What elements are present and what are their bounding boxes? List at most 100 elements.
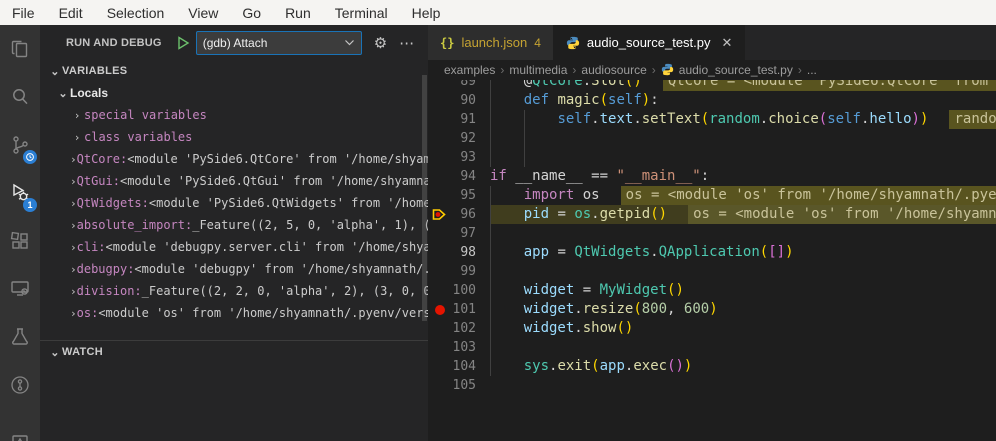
line-number[interactable]: 100 [453, 281, 476, 300]
code-text[interactable] [490, 129, 996, 148]
more-actions-icon[interactable]: ⋯ [399, 34, 415, 52]
code-text[interactable] [490, 338, 996, 357]
breadcrumb-item[interactable]: ... [807, 63, 817, 77]
editor-gutter[interactable]: 101 [428, 300, 490, 319]
activity-testing[interactable] [0, 313, 40, 361]
breadcrumb-item[interactable]: examples [444, 63, 495, 77]
line-number[interactable]: 94 [460, 167, 476, 186]
close-icon[interactable]: ✕ [722, 35, 733, 51]
activity-extensions[interactable] [0, 217, 40, 265]
tab-audio-source-test[interactable]: audio_source_test.py ✕ [553, 25, 746, 60]
menu-item-go[interactable]: Go [230, 0, 273, 25]
code-text[interactable]: if __name__ == "__main__": [490, 167, 996, 186]
editor-gutter[interactable]: 103 [428, 338, 490, 357]
tree-row[interactable]: › QtGui: <module 'PySide6.QtGui' from '/h… [40, 170, 428, 192]
line-number[interactable]: 92 [460, 129, 476, 148]
watch-pane-header[interactable]: ⌄ WATCH [40, 340, 428, 363]
line-number[interactable]: 102 [453, 319, 476, 338]
line-number[interactable]: 105 [453, 376, 476, 395]
code-text[interactable]: self.text.setText(random.choice(self.hel… [490, 110, 996, 129]
tree-row[interactable]: › cli: <module 'debugpy.server.cli' from … [40, 236, 428, 258]
tree-row[interactable]: ⌄ Locals [40, 82, 428, 104]
line-number[interactable]: 98 [460, 243, 476, 262]
line-number[interactable]: 95 [460, 186, 476, 205]
editor-gutter[interactable]: 102 [428, 319, 490, 338]
tree-row[interactable]: › QtWidgets: <module 'PySide6.QtWidgets' … [40, 192, 428, 214]
code-text[interactable]: widget.show() [490, 319, 996, 338]
line-number[interactable]: 103 [453, 338, 476, 357]
sidebar-scrollbar[interactable] [422, 75, 427, 321]
code-text[interactable] [490, 148, 996, 167]
code-line-103: 103 [428, 338, 996, 357]
breadcrumb-item[interactable]: multimedia [509, 63, 567, 77]
code-text[interactable]: def magic(self): [490, 91, 996, 110]
menu-item-run[interactable]: Run [273, 0, 323, 25]
code-text[interactable]: sys.exit(app.exec()) [490, 357, 996, 376]
tree-row[interactable]: › division: _Feature((2, 2, 0, 'alpha', 2… [40, 280, 428, 302]
editor-gutter[interactable]: 98 [428, 243, 490, 262]
breadcrumb-item[interactable]: audio_source_test.py [679, 63, 793, 77]
code-text[interactable] [490, 376, 996, 395]
variables-pane-header[interactable]: ⌄ VARIABLES [40, 60, 428, 82]
line-number[interactable]: 89 [460, 80, 476, 91]
menu-item-view[interactable]: View [176, 0, 230, 25]
tree-row[interactable]: › class variables [40, 126, 428, 148]
code-text[interactable] [490, 224, 996, 243]
line-number[interactable]: 101 [453, 300, 476, 319]
editor-gutter[interactable]: 105 [428, 376, 490, 395]
editor-gutter[interactable]: 104 [428, 357, 490, 376]
tree-row[interactable]: › absolute_import: _Feature((2, 5, 0, 'al… [40, 214, 428, 236]
code-text[interactable]: pid = os.getpid() os = <module 'os' from … [490, 205, 996, 224]
tab-launch-json[interactable]: {} launch.json 4 [428, 25, 554, 60]
line-number[interactable]: 99 [460, 262, 476, 281]
editor-gutter[interactable]: 91 [428, 110, 490, 129]
activity-run-debug[interactable]: 1 [0, 169, 40, 217]
start-debug-button[interactable] [176, 35, 190, 50]
editor-gutter[interactable]: 94 [428, 167, 490, 186]
search-icon [13, 89, 28, 105]
editor-gutter[interactable]: 93 [428, 148, 490, 167]
line-number[interactable]: 97 [460, 224, 476, 243]
editor-gutter[interactable]: 89 [428, 80, 490, 91]
editor-gutter[interactable]: 96 [428, 205, 490, 224]
tree-row[interactable]: › QtCore: <module 'PySide6.QtCore' from '… [40, 148, 428, 170]
code-editor[interactable]: 89 @QtCore.Slot() QtCore = <module 'PySid… [428, 80, 996, 441]
editor-gutter[interactable]: 95 [428, 186, 490, 205]
code-text[interactable]: widget.resize(800, 600) [490, 300, 996, 319]
editor-gutter[interactable]: 90 [428, 91, 490, 110]
menu-item-file[interactable]: File [0, 0, 47, 25]
editor-gutter[interactable]: 99 [428, 262, 490, 281]
breadcrumb: examples › multimedia › audiosource › audio_so… [428, 60, 996, 80]
tree-row[interactable]: › special variables [40, 104, 428, 126]
breakpoint-icon[interactable] [435, 304, 445, 315]
line-number[interactable]: 96 [460, 205, 476, 224]
line-number[interactable]: 91 [460, 110, 476, 129]
line-number[interactable]: 90 [460, 91, 476, 110]
code-text[interactable] [490, 262, 996, 281]
activity-gitlens[interactable] [0, 361, 40, 409]
breadcrumb-item[interactable]: audiosource [581, 63, 646, 77]
tree-row[interactable]: › os: <module 'os' from '/home/shyamnath/… [40, 302, 428, 324]
menu-item-help[interactable]: Help [400, 0, 453, 25]
activity-search[interactable] [0, 73, 40, 121]
menu-item-selection[interactable]: Selection [95, 0, 177, 25]
editor-gutter[interactable]: 92 [428, 129, 490, 148]
menu-item-terminal[interactable]: Terminal [323, 0, 400, 25]
editor-gutter[interactable]: 100 [428, 281, 490, 300]
editor-gutter[interactable]: 97 [428, 224, 490, 243]
activity-explorer[interactable] [0, 25, 40, 73]
code-text[interactable]: @QtCore.Slot() QtCore = <module 'PySide6.… [490, 80, 996, 91]
code-text[interactable]: app = QtWidgets.QApplication([]) [490, 243, 996, 262]
line-number[interactable]: 93 [460, 148, 476, 167]
code-text[interactable]: import os os = <module 'os' from '/home/s… [490, 186, 996, 205]
line-number[interactable]: 104 [453, 357, 476, 376]
code-text[interactable]: widget = MyWidget() [490, 281, 996, 300]
tree-row[interactable]: › debugpy: <module 'debugpy' from '/home/… [40, 258, 428, 280]
activity-remote-explorer[interactable] [0, 265, 40, 313]
menu-item-edit[interactable]: Edit [47, 0, 95, 25]
activity-panel-extra[interactable] [0, 409, 40, 441]
debug-config-select[interactable]: (gdb) Attach [195, 30, 362, 55]
variable-name: debugpy: [76, 262, 135, 276]
activity-source-control[interactable] [0, 121, 40, 169]
gear-icon[interactable]: ⚙ [374, 34, 387, 52]
